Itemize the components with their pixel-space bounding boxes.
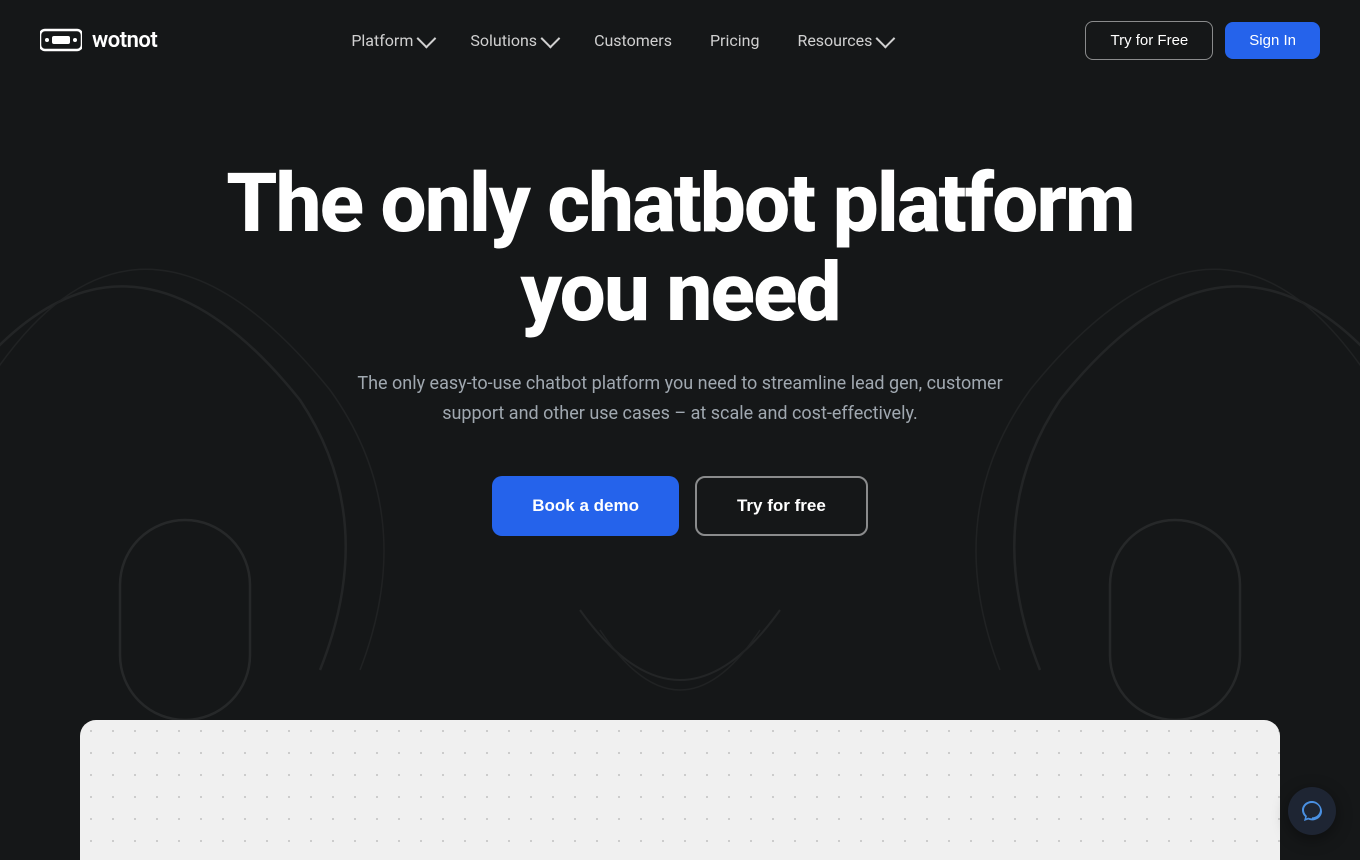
resources-chevron-icon <box>876 29 896 49</box>
hero-subtitle: The only easy-to-use chatbot platform yo… <box>355 369 1005 428</box>
nav-link-resources[interactable]: Resources <box>783 23 905 58</box>
nav-link-platform[interactable]: Platform <box>337 23 446 58</box>
nav-item-customers: Customers <box>580 23 686 58</box>
nav-actions: Try for Free Sign In <box>1085 21 1320 60</box>
try-free-hero-button[interactable]: Try for free <box>695 476 868 536</box>
logo-icon <box>40 26 82 54</box>
nav-item-platform: Platform <box>337 23 446 58</box>
nav-link-pricing[interactable]: Pricing <box>696 23 774 58</box>
nav-link-customers[interactable]: Customers <box>580 23 686 58</box>
nav-try-free-button[interactable]: Try for Free <box>1085 21 1213 60</box>
hero-section: The only chatbot platform you need The o… <box>0 80 1360 720</box>
nav-item-resources: Resources <box>783 23 905 58</box>
solutions-chevron-icon <box>541 29 561 49</box>
logo-link[interactable]: wotnot <box>40 26 157 54</box>
nav-links: Platform Solutions Customers Pricing Res… <box>337 23 905 58</box>
nav-item-solutions: Solutions <box>456 23 570 58</box>
hero-cta-buttons: Book a demo Try for free <box>492 476 868 536</box>
chat-widget-button[interactable] <box>1288 787 1336 835</box>
chat-icon <box>1300 799 1324 823</box>
logo-text: wotnot <box>92 28 157 53</box>
nav-item-pricing: Pricing <box>696 23 774 58</box>
platform-chevron-icon <box>417 29 437 49</box>
nav-link-solutions[interactable]: Solutions <box>456 23 570 58</box>
nav-sign-in-button[interactable]: Sign In <box>1225 22 1320 59</box>
hero-title: The only chatbot platform you need <box>226 160 1133 337</box>
book-demo-button[interactable]: Book a demo <box>492 476 679 536</box>
main-nav: wotnot Platform Solutions Customers Pric… <box>0 0 1360 80</box>
card-section <box>80 720 1280 860</box>
